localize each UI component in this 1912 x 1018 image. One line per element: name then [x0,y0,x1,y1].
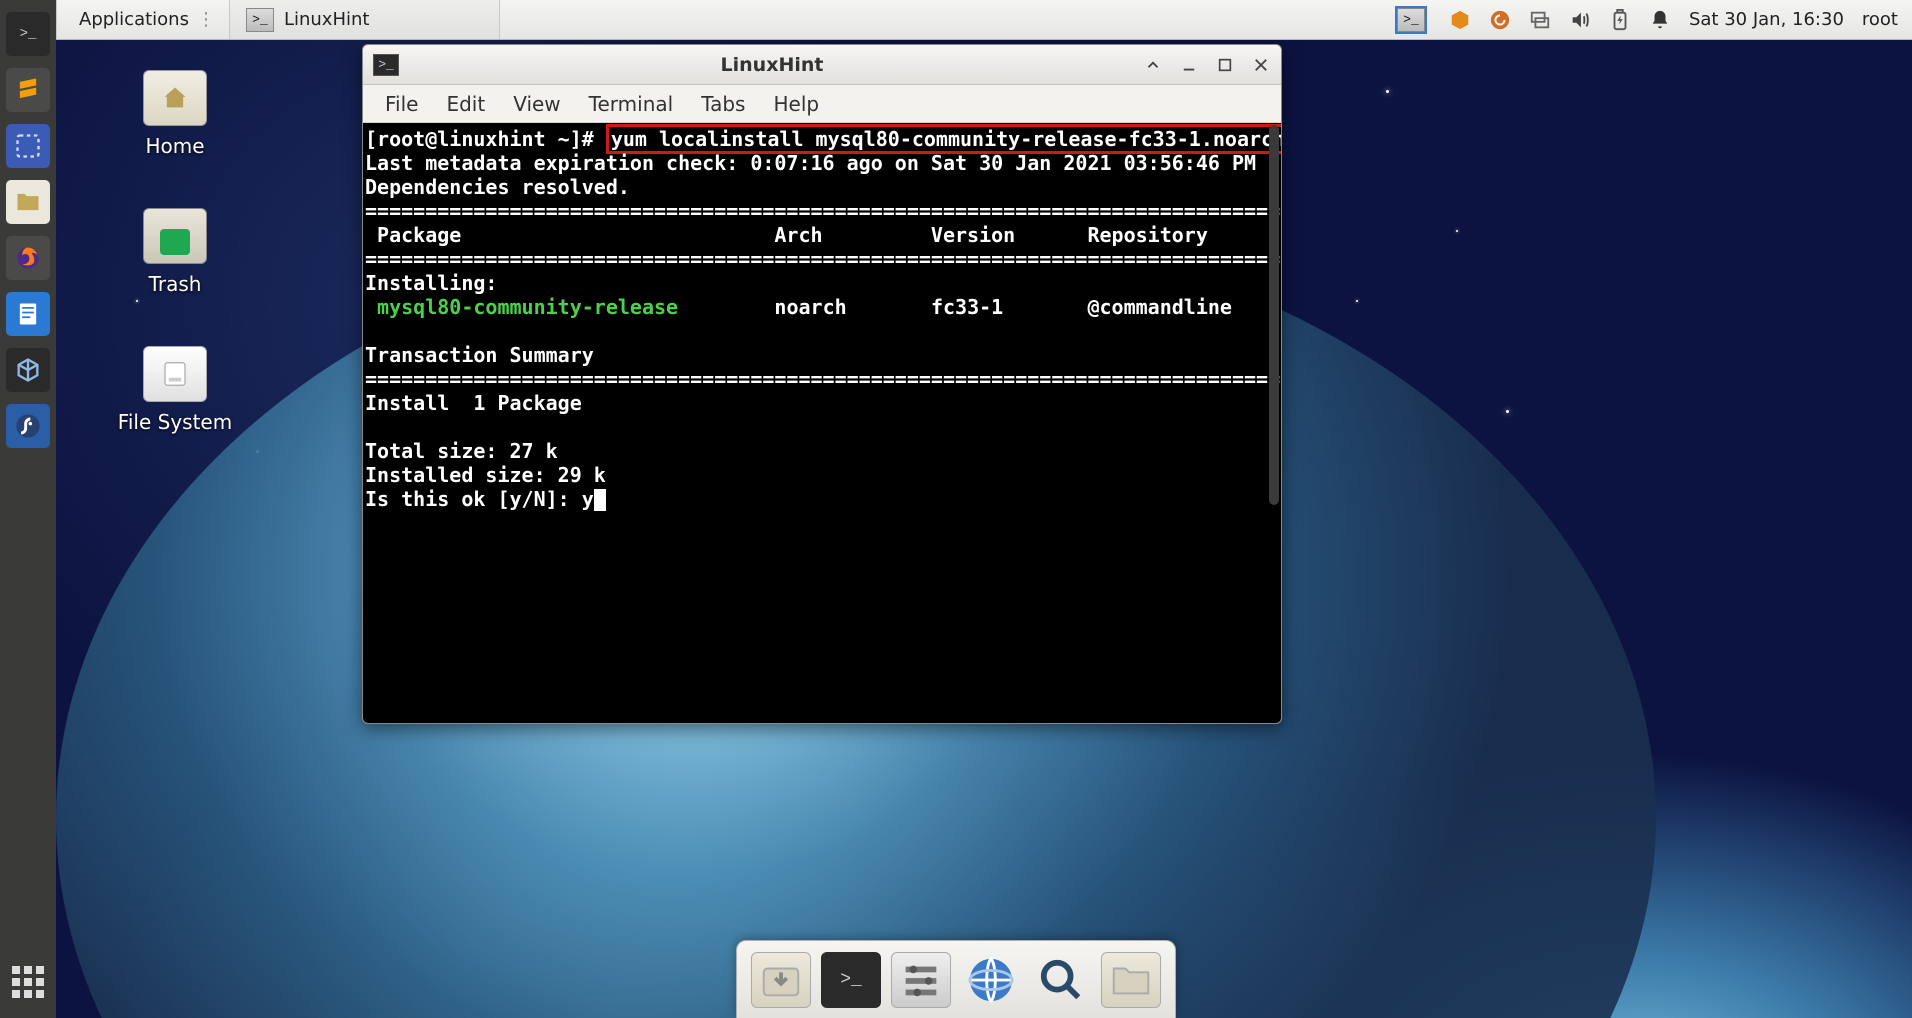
dock-settings[interactable] [891,952,951,1008]
terminal-icon: >_ [1397,8,1425,32]
terminal-window: >_ LinuxHint File Edit View Terminal Tab… [362,44,1282,724]
taskbar-item-label: LinuxHint [284,9,370,30]
volume-icon[interactable] [1569,9,1591,31]
launcher-fedora[interactable] [6,404,50,448]
launcher-screenshot[interactable] [6,124,50,168]
terminal-icon: >_ [246,8,274,32]
desktop-icon-filesystem[interactable]: File System [118,346,232,434]
display-icon[interactable] [1529,9,1551,31]
rollup-button[interactable] [1139,51,1167,79]
terminal-scrollbar[interactable] [1267,125,1279,719]
launcher-notes[interactable] [6,292,50,336]
menu-edit[interactable]: Edit [434,88,497,120]
desktop-icon-label: Trash [149,272,202,296]
desktop-icons: Home Trash File System [95,70,255,434]
home-folder-icon [143,70,207,126]
dock-search[interactable] [1031,952,1091,1008]
menu-terminal[interactable]: Terminal [577,88,686,120]
launcher-virtualbox[interactable] [6,348,50,392]
dock-folder[interactable] [1101,952,1161,1008]
transaction-summary: Transaction Summary [363,343,1281,367]
dock-downloads[interactable] [751,952,811,1008]
terminal-body[interactable]: [root@linuxhint ~]# yum localinstall mys… [363,123,1281,723]
titlebar[interactable]: >_ LinuxHint [363,45,1281,85]
user-label[interactable]: root [1862,9,1898,30]
dock: >_ [736,940,1176,1018]
install-count: Install 1 Package [363,391,1281,415]
launcher-firefox[interactable] [6,236,50,280]
desktop-icon-label: Home [145,134,204,158]
table-header: Package Arch Version Repository Size [363,223,1281,247]
desktop-icon-trash[interactable]: Trash [143,208,207,296]
launcher-terminal[interactable]: >_ [6,12,50,56]
menu-separator-icon: ⋮ [197,9,215,30]
installed-size: Installed size: 29 k [363,463,1281,487]
active-task-indicator[interactable]: >_ [1387,8,1435,32]
divider: ========================================… [363,367,1281,391]
package-icon[interactable] [1449,9,1471,31]
launcher-files[interactable] [6,180,50,224]
notification-icon[interactable] [1649,9,1671,31]
drive-icon [143,346,207,402]
divider: ========================================… [363,199,1281,223]
window-title: LinuxHint [405,54,1139,76]
prompt: [root@linuxhint ~]# [365,127,606,151]
command-highlight: yum localinstall mysql80-community-relea… [606,124,1281,154]
top-panel: Applications ⋮ >_ LinuxHint >_ Sat 30 Ja… [56,0,1912,40]
menu-view[interactable]: View [501,88,572,120]
output-line: Last metadata expiration check: 0:07:16 … [363,151,1281,175]
dock-terminal[interactable]: >_ [821,952,881,1008]
package-name: mysql80-community-release [365,295,678,319]
cursor [594,489,606,511]
installing-label: Installing: [363,271,1281,295]
launcher-apps-grid[interactable] [6,960,50,1004]
divider: ========================================… [363,247,1281,271]
clock[interactable]: Sat 30 Jan, 16:30 [1689,9,1844,30]
package-info: noarch fc33-1 @commandline 27 k [678,295,1281,319]
confirm-prompt: Is this ok [y/N]: y [365,487,594,511]
output-line: Dependencies resolved. [363,175,1281,199]
terminal-icon: >_ [373,54,399,76]
minimize-button[interactable] [1175,51,1203,79]
dock-browser[interactable] [961,952,1021,1008]
menu-help[interactable]: Help [761,88,831,120]
taskbar-item-linuxhint[interactable]: >_ LinuxHint [230,0,500,39]
left-launcher: >_ [0,0,56,1018]
update-icon[interactable] [1489,9,1511,31]
applications-menu[interactable]: Applications ⋮ [56,0,230,39]
battery-icon[interactable] [1609,9,1631,31]
menu-tabs[interactable]: Tabs [689,88,757,120]
close-button[interactable] [1247,51,1275,79]
maximize-button[interactable] [1211,51,1239,79]
menu-file[interactable]: File [373,88,430,120]
applications-label: Applications [79,9,189,30]
desktop-icon-home[interactable]: Home [143,70,207,158]
desktop-icon-label: File System [118,410,232,434]
launcher-sublime[interactable] [6,68,50,112]
scrollbar-thumb[interactable] [1269,125,1279,505]
menubar: File Edit View Terminal Tabs Help [363,85,1281,123]
trash-icon [143,208,207,264]
total-size: Total size: 27 k [363,439,1281,463]
